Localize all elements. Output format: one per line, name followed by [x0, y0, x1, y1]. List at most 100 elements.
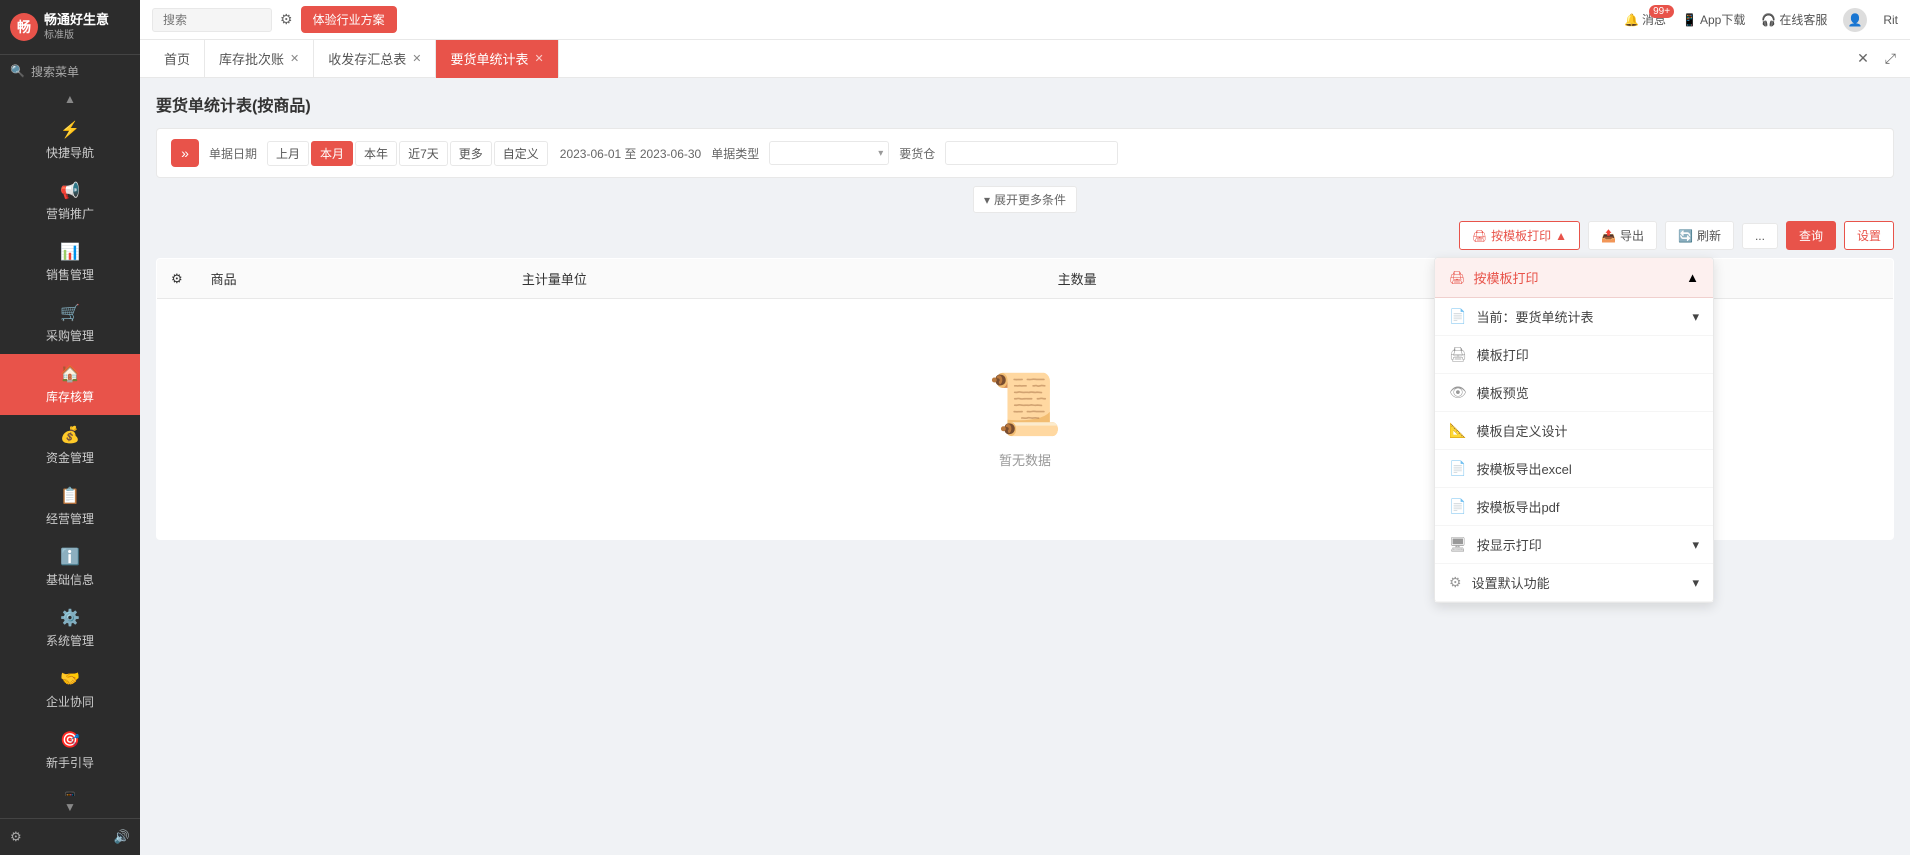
- dropdown-item-template-excel[interactable]: 📄按模板导出excel: [1435, 450, 1713, 488]
- th-product: 商品: [197, 259, 508, 299]
- date-btn-更多[interactable]: 更多: [450, 141, 492, 166]
- sidebar-scroll-down[interactable]: ▼: [0, 796, 140, 818]
- chevron-right-icon: ▾: [1692, 309, 1699, 325]
- sidebar-item-xiaoshou[interactable]: 📊销售管理: [0, 232, 140, 293]
- more-btn[interactable]: ...: [1742, 223, 1778, 249]
- sidebar-icon-kuaijie: ⚡: [60, 120, 80, 140]
- display-icon: 🖥: [1449, 536, 1467, 553]
- chevron-right-icon2: ▾: [1692, 537, 1699, 553]
- expand-more-btn[interactable]: ▾ 展开更多条件: [973, 186, 1077, 213]
- sidebar-scroll-up[interactable]: ▲: [0, 88, 140, 110]
- date-btn-上月[interactable]: 上月: [267, 141, 309, 166]
- app-download-btn[interactable]: 📱 App下载: [1682, 11, 1745, 28]
- print-btn[interactable]: 🖨 按模板打印 ▲: [1459, 221, 1580, 250]
- default-func-item[interactable]: ⚙ 设置默认功能 ▾: [1435, 564, 1713, 602]
- toolbar: 🖨 按模板打印 ▲ 📤 导出 🔄 刷新 ... 查询 设置 🖨: [156, 221, 1894, 250]
- sidebar-item-jichu[interactable]: ℹ️基础信息: [0, 537, 140, 598]
- expand-more-icon: ▾: [984, 193, 990, 207]
- sidebar-item-qiye[interactable]: 🤝企业协同: [0, 659, 140, 720]
- dropdown-header[interactable]: 🖨 按模板打印 ▲: [1435, 258, 1713, 298]
- sidebar-item-kuaijie[interactable]: ⚡快捷导航: [0, 110, 140, 171]
- export-icon: 📤: [1601, 229, 1616, 243]
- dropdown-item-template-custom[interactable]: 📐模板自定义设计: [1435, 412, 1713, 450]
- sidebar-item-kucun[interactable]: 🏠库存核算: [0, 354, 140, 415]
- tab-close-yaohuo-tongji[interactable]: ✕: [535, 52, 544, 65]
- sidebar-icon-caigou: 🛒: [60, 303, 80, 323]
- date-btn-本月[interactable]: 本月: [311, 141, 353, 166]
- sidebar-item-jingying[interactable]: 📋经营管理: [0, 476, 140, 537]
- settings-btn[interactable]: 设置: [1844, 221, 1894, 250]
- export-btn[interactable]: 📤 导出: [1588, 221, 1657, 250]
- trial-btn[interactable]: 体验行业方案: [301, 6, 397, 33]
- type-select-wrapper: [769, 141, 889, 165]
- topbar-search-input[interactable]: [152, 8, 272, 32]
- sidebar-item-yingxiao[interactable]: 📢营销推广: [0, 171, 140, 232]
- type-filter-label: 单据类型: [711, 145, 759, 162]
- empty-icon: 📜: [988, 369, 1063, 440]
- online-service-btn[interactable]: 🎧 在线客服: [1761, 11, 1827, 28]
- sidebar: 畅 畅通好生意 标准版 🔍 搜索菜单 ▲ ⚡快捷导航📢营销推广📊销售管理🛒采购管…: [0, 0, 140, 855]
- filter-expand-btn[interactable]: »: [171, 139, 199, 167]
- dropdown-item-template-pdf[interactable]: 📄按模板导出pdf: [1435, 488, 1713, 526]
- tab-close-shoufayao-huizong[interactable]: ✕: [412, 52, 421, 65]
- topbar-right: 🔔 消息 99+ 📱 App下载 🎧 在线客服 👤 Rit: [1624, 8, 1898, 32]
- sidebar-item-xinshou[interactable]: 🎯新手引导: [0, 720, 140, 781]
- date-filter-label: 单据日期: [209, 145, 257, 162]
- type-select[interactable]: [769, 141, 889, 165]
- filter-bar: » 单据日期 上月本月本年近7天更多自定义 2023-06-01 至 2023-…: [156, 128, 1894, 178]
- icon-template-excel: 📄: [1449, 460, 1466, 477]
- dropdown-item-template-preview[interactable]: 👁模板预览: [1435, 374, 1713, 412]
- settings-icon[interactable]: ⚙: [10, 829, 22, 845]
- current-template-item[interactable]: 📄 当前：要货单统计表 ▾: [1435, 298, 1713, 336]
- tab-expand-icon[interactable]: ⤢: [1881, 46, 1900, 71]
- sidebar-icon-xinshou: 🎯: [60, 730, 80, 750]
- notification-badge: 99+: [1649, 5, 1674, 18]
- dropdown-collapse-icon: ▲: [1686, 270, 1699, 285]
- sidebar-icon-zijin: 💰: [60, 425, 80, 445]
- tab-kucun-pici[interactable]: 库存批次账✕: [205, 40, 314, 78]
- th-settings: ⚙: [157, 259, 197, 299]
- headset-icon: 🎧: [1761, 13, 1776, 27]
- icon-template-preview: 👁: [1449, 384, 1467, 401]
- tab-shoufayao-huizong[interactable]: 收发存汇总表✕: [314, 40, 436, 78]
- refresh-btn[interactable]: 🔄 刷新: [1665, 221, 1734, 250]
- sidebar-search[interactable]: 🔍 搜索菜单: [0, 55, 140, 88]
- sidebar-item-zijin[interactable]: 💰资金管理: [0, 415, 140, 476]
- th-unit: 主计量单位: [508, 259, 1044, 299]
- notifications-btn[interactable]: 🔔 消息 99+: [1624, 11, 1666, 28]
- sidebar-icon-jingying: 📋: [60, 486, 80, 506]
- bell-icon: 🔔: [1624, 13, 1639, 27]
- avatar[interactable]: 👤: [1843, 8, 1867, 32]
- tab-yaohuo-tongji[interactable]: 要货单统计表✕: [436, 40, 558, 78]
- tab-close-all-icon[interactable]: ✕: [1853, 46, 1873, 71]
- sidebar-item-xitong[interactable]: ⚙️系统管理: [0, 598, 140, 659]
- sidebar-icon-xiaoshou: 📊: [60, 242, 80, 262]
- topbar-gear-icon[interactable]: ⚙: [280, 11, 293, 28]
- tab-home[interactable]: 首页: [150, 40, 205, 78]
- date-btn-近7天[interactable]: 近7天: [399, 141, 448, 166]
- display-print-item[interactable]: 🖥 按显示打印 ▾: [1435, 526, 1713, 564]
- query-btn[interactable]: 查询: [1786, 221, 1836, 250]
- logo-icon: 畅: [10, 13, 38, 41]
- sidebar-item-caigou[interactable]: 🛒采购管理: [0, 293, 140, 354]
- date-btn-本年[interactable]: 本年: [355, 141, 397, 166]
- th-quantity: 主数量: [1044, 259, 1430, 299]
- dropdown-items-list: 🖨模板打印👁模板预览📐模板自定义设计📄按模板导出excel📄按模板导出pdf: [1435, 336, 1713, 526]
- icon-template-print: 🖨: [1449, 346, 1467, 363]
- icon-template-pdf: 📄: [1449, 498, 1466, 515]
- logo-text: 畅通好生意 标准版: [44, 12, 109, 42]
- date-btn-自定义[interactable]: 自定义: [494, 141, 548, 166]
- dropdown-header-left: 🖨 按模板打印: [1449, 268, 1539, 287]
- sidebar-nav: ⚡快捷导航📢营销推广📊销售管理🛒采购管理🏠库存核算💰资金管理📋经营管理ℹ️基础信…: [0, 110, 140, 796]
- dropdown-item-template-print[interactable]: 🖨模板打印: [1435, 336, 1713, 374]
- main-area: ⚙ 体验行业方案 🔔 消息 99+ 📱 App下载 🎧 在线客服 👤 Rit 首…: [140, 0, 1910, 855]
- topbar: ⚙ 体验行业方案 🔔 消息 99+ 📱 App下载 🎧 在线客服 👤 Rit: [140, 0, 1910, 40]
- sidebar-icon-qiye: 🤝: [60, 669, 80, 689]
- yaohuo-input[interactable]: [945, 141, 1118, 165]
- sidebar-item-yingyong[interactable]: 📱应用中心: [0, 781, 140, 796]
- tab-close-kucun-pici[interactable]: ✕: [290, 52, 299, 65]
- sidebar-bottom: ⚙ 🔊: [0, 818, 140, 855]
- audio-icon[interactable]: 🔊: [114, 829, 130, 845]
- sidebar-icon-xitong: ⚙️: [60, 608, 80, 628]
- icon-template-custom: 📐: [1449, 422, 1466, 439]
